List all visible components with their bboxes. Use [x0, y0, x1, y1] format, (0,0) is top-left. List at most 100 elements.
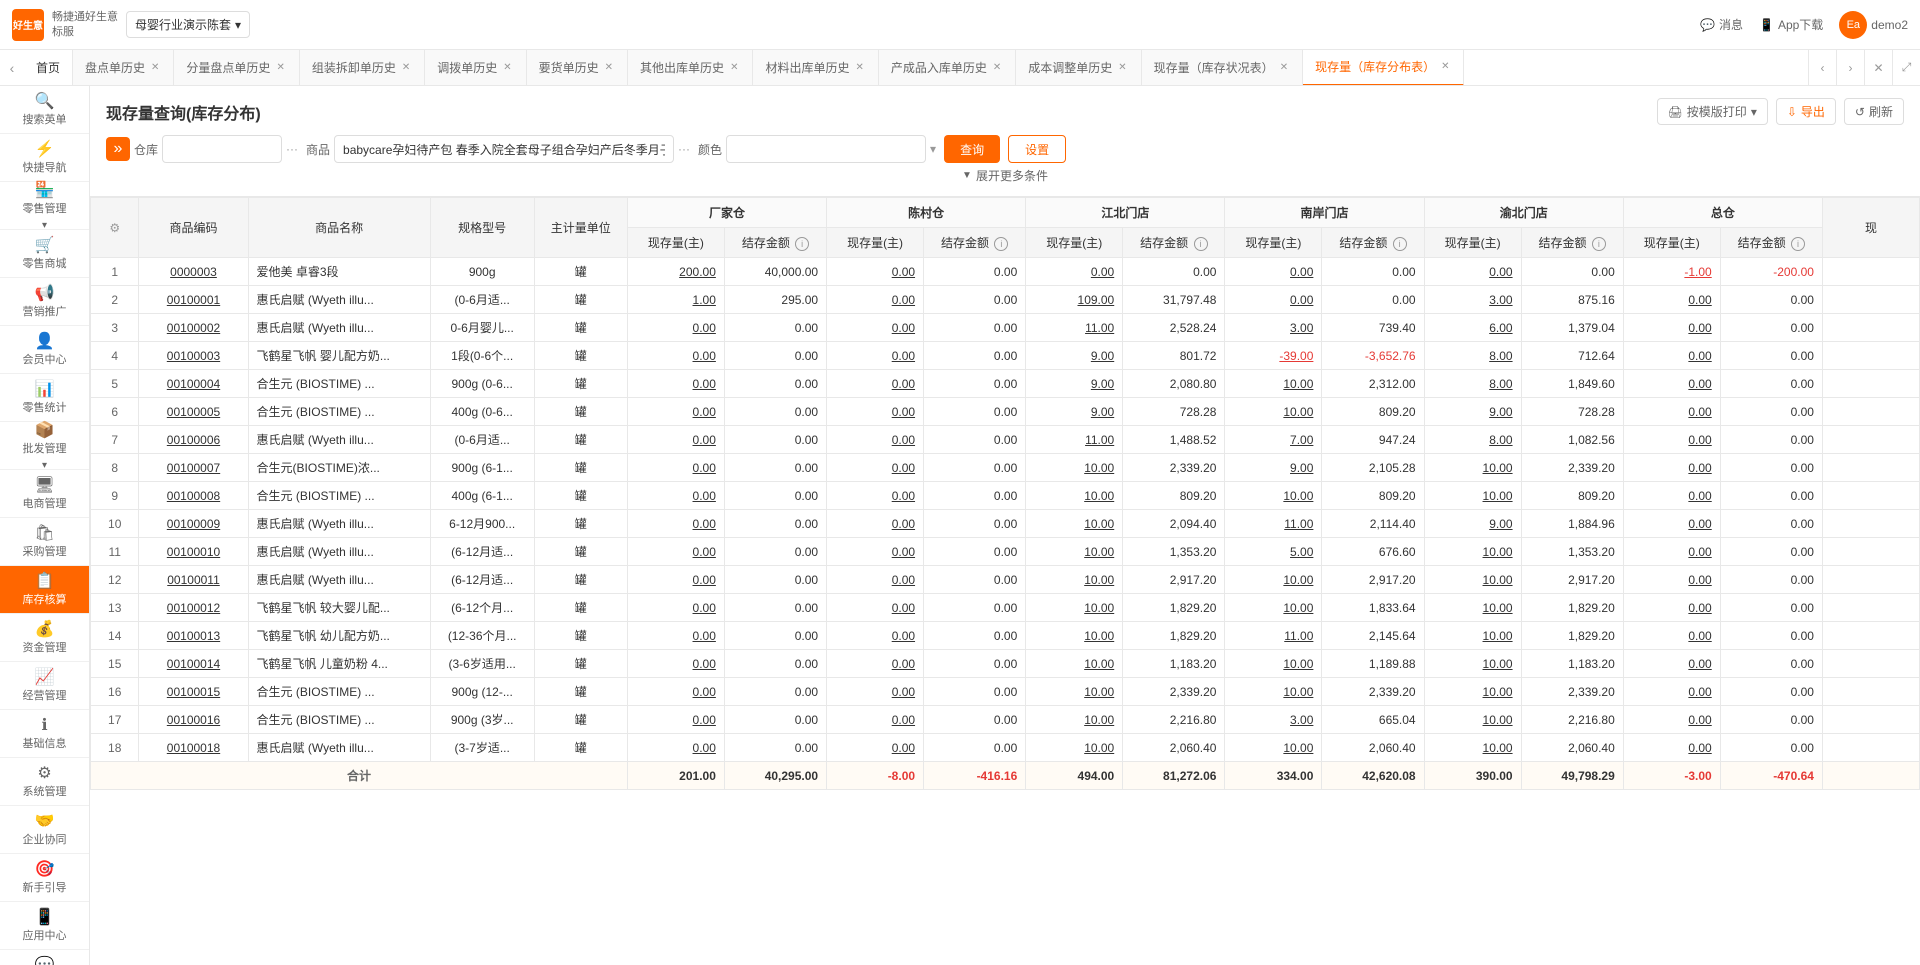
cell-qty-4-4[interactable]: 8.00 — [1424, 370, 1521, 398]
sidebar-item-零售管理[interactable]: 🏪 零售管理 ▾ — [0, 182, 89, 230]
cell-qty-5-3[interactable]: 10.00 — [1225, 398, 1322, 426]
cell-qty-15-3[interactable]: 10.00 — [1225, 678, 1322, 706]
cell-qty-4-3[interactable]: 10.00 — [1225, 370, 1322, 398]
tab-scroll-right[interactable]: › — [1836, 50, 1864, 86]
cell-qty-14-0[interactable]: 0.00 — [627, 650, 724, 678]
cell-code-11[interactable]: 00100011 — [139, 566, 248, 594]
cell-qty-2-4[interactable]: 6.00 — [1424, 314, 1521, 342]
tab-3[interactable]: 组装拆卸单历史✕ — [300, 50, 425, 86]
cell-qty-16-1[interactable]: 0.00 — [827, 706, 924, 734]
info-icon[interactable]: i — [1592, 237, 1606, 251]
cell-qty-9-3[interactable]: 11.00 — [1225, 510, 1322, 538]
cell-qty-8-3[interactable]: 10.00 — [1225, 482, 1322, 510]
nav-selector[interactable]: 母婴行业演示陈套 ▾ — [126, 11, 250, 38]
cell-qty-6-4[interactable]: 8.00 — [1424, 426, 1521, 454]
tab-scroll-left[interactable]: ‹ — [1808, 50, 1836, 86]
cell-qty-11-1[interactable]: 0.00 — [827, 566, 924, 594]
cell-qty-10-3[interactable]: 5.00 — [1225, 538, 1322, 566]
cell-qty-9-0[interactable]: 0.00 — [627, 510, 724, 538]
cell-qty-6-0[interactable]: 0.00 — [627, 426, 724, 454]
tab-9[interactable]: 成本调整单历史✕ — [1016, 50, 1141, 86]
tab-0[interactable]: 首页 — [24, 50, 73, 86]
cell-qty-3-3[interactable]: -39.00 — [1225, 342, 1322, 370]
cell-qty-14-2[interactable]: 10.00 — [1026, 650, 1123, 678]
cell-qty-16-5[interactable]: 0.00 — [1623, 706, 1720, 734]
cell-qty-1-0[interactable]: 1.00 — [627, 286, 724, 314]
tab-close-2[interactable]: ✕ — [274, 61, 286, 74]
cell-qty-15-1[interactable]: 0.00 — [827, 678, 924, 706]
cell-code-5[interactable]: 00100005 — [139, 398, 248, 426]
collapse-filter-button[interactable]: » — [106, 137, 130, 161]
sidebar-item-资金管理[interactable]: 💰 资金管理 — [0, 614, 89, 662]
cell-qty-7-0[interactable]: 0.00 — [627, 454, 724, 482]
setting-button[interactable]: 设置 — [1008, 135, 1066, 163]
cell-qty-7-3[interactable]: 9.00 — [1225, 454, 1322, 482]
cell-qty-12-4[interactable]: 10.00 — [1424, 594, 1521, 622]
cell-qty-13-5[interactable]: 0.00 — [1623, 622, 1720, 650]
warehouse-more-button[interactable]: ··· — [286, 142, 298, 156]
cell-qty-4-1[interactable]: 0.00 — [827, 370, 924, 398]
sidebar-item-经营管理[interactable]: 📈 经营管理 — [0, 662, 89, 710]
tab-close-5[interactable]: ✕ — [603, 61, 615, 74]
cell-qty-1-5[interactable]: 0.00 — [1623, 286, 1720, 314]
cell-qty-0-2[interactable]: 0.00 — [1026, 258, 1123, 286]
tab-close-10[interactable]: ✕ — [1278, 61, 1290, 74]
app-download-button[interactable]: 📱 App下载 — [1759, 16, 1823, 33]
cell-qty-11-0[interactable]: 0.00 — [627, 566, 724, 594]
cell-qty-5-2[interactable]: 9.00 — [1026, 398, 1123, 426]
cell-qty-4-2[interactable]: 9.00 — [1026, 370, 1123, 398]
cell-qty-6-1[interactable]: 0.00 — [827, 426, 924, 454]
cell-qty-9-1[interactable]: 0.00 — [827, 510, 924, 538]
tab-close-8[interactable]: ✕ — [991, 61, 1003, 74]
warehouse-input[interactable] — [162, 135, 282, 163]
cell-qty-11-2[interactable]: 10.00 — [1026, 566, 1123, 594]
export-button[interactable]: ⇩ 导出 — [1776, 98, 1836, 125]
cell-qty-13-1[interactable]: 0.00 — [827, 622, 924, 650]
tab-close-7[interactable]: ✕ — [853, 61, 865, 74]
cell-qty-1-1[interactable]: 0.00 — [827, 286, 924, 314]
refresh-button[interactable]: ↺ 刷新 — [1844, 98, 1904, 125]
cell-code-13[interactable]: 00100013 — [139, 622, 248, 650]
sidebar-item-电商管理[interactable]: 🖥 电商管理 — [0, 470, 89, 518]
cell-qty-2-0[interactable]: 0.00 — [627, 314, 724, 342]
cell-qty-10-2[interactable]: 10.00 — [1026, 538, 1123, 566]
cell-qty-2-3[interactable]: 3.00 — [1225, 314, 1322, 342]
sidebar-item-企业微信[interactable]: 💬 企业微信 — [0, 950, 89, 965]
query-button[interactable]: 查询 — [944, 135, 1000, 163]
cell-qty-16-3[interactable]: 3.00 — [1225, 706, 1322, 734]
cell-qty-8-0[interactable]: 0.00 — [627, 482, 724, 510]
cell-qty-8-4[interactable]: 10.00 — [1424, 482, 1521, 510]
sidebar-item-应用中心[interactable]: 📱 应用中心 — [0, 902, 89, 950]
cell-qty-0-0[interactable]: 200.00 — [627, 258, 724, 286]
cell-qty-16-0[interactable]: 0.00 — [627, 706, 724, 734]
cell-qty-15-4[interactable]: 10.00 — [1424, 678, 1521, 706]
cell-qty-17-2[interactable]: 10.00 — [1026, 734, 1123, 762]
cell-qty-17-4[interactable]: 10.00 — [1424, 734, 1521, 762]
cell-qty-5-4[interactable]: 9.00 — [1424, 398, 1521, 426]
cell-qty-14-5[interactable]: 0.00 — [1623, 650, 1720, 678]
cell-qty-4-5[interactable]: 0.00 — [1623, 370, 1720, 398]
tab-6[interactable]: 其他出库单历史✕ — [628, 50, 753, 86]
cell-qty-17-0[interactable]: 0.00 — [627, 734, 724, 762]
tab-prev-button[interactable]: ‹ — [0, 50, 24, 86]
goods-more-button[interactable]: ··· — [678, 142, 690, 156]
sidebar-item-企业协同[interactable]: 🤝 企业协同 — [0, 806, 89, 854]
cell-qty-15-0[interactable]: 0.00 — [627, 678, 724, 706]
cell-qty-10-5[interactable]: 0.00 — [1623, 538, 1720, 566]
sidebar-item-批发管理[interactable]: 📦 批发管理 ▾ — [0, 422, 89, 470]
cell-code-1[interactable]: 00100001 — [139, 286, 248, 314]
cell-qty-7-5[interactable]: 0.00 — [1623, 454, 1720, 482]
cell-code-0[interactable]: 0000003 — [139, 258, 248, 286]
cell-qty-17-1[interactable]: 0.00 — [827, 734, 924, 762]
tab-5[interactable]: 要货单历史✕ — [527, 50, 628, 86]
tab-expand[interactable]: ⤢ — [1892, 50, 1920, 86]
cell-qty-11-5[interactable]: 0.00 — [1623, 566, 1720, 594]
tab-close-11[interactable]: ✕ — [1439, 60, 1451, 73]
tab-7[interactable]: 材料出库单历史✕ — [753, 50, 878, 86]
cell-code-3[interactable]: 00100003 — [139, 342, 248, 370]
cell-qty-3-0[interactable]: 0.00 — [627, 342, 724, 370]
sidebar-item-快捷导航[interactable]: ⚡ 快捷导航 — [0, 134, 89, 182]
cell-qty-8-1[interactable]: 0.00 — [827, 482, 924, 510]
cell-qty-9-5[interactable]: 0.00 — [1623, 510, 1720, 538]
cell-qty-2-5[interactable]: 0.00 — [1623, 314, 1720, 342]
